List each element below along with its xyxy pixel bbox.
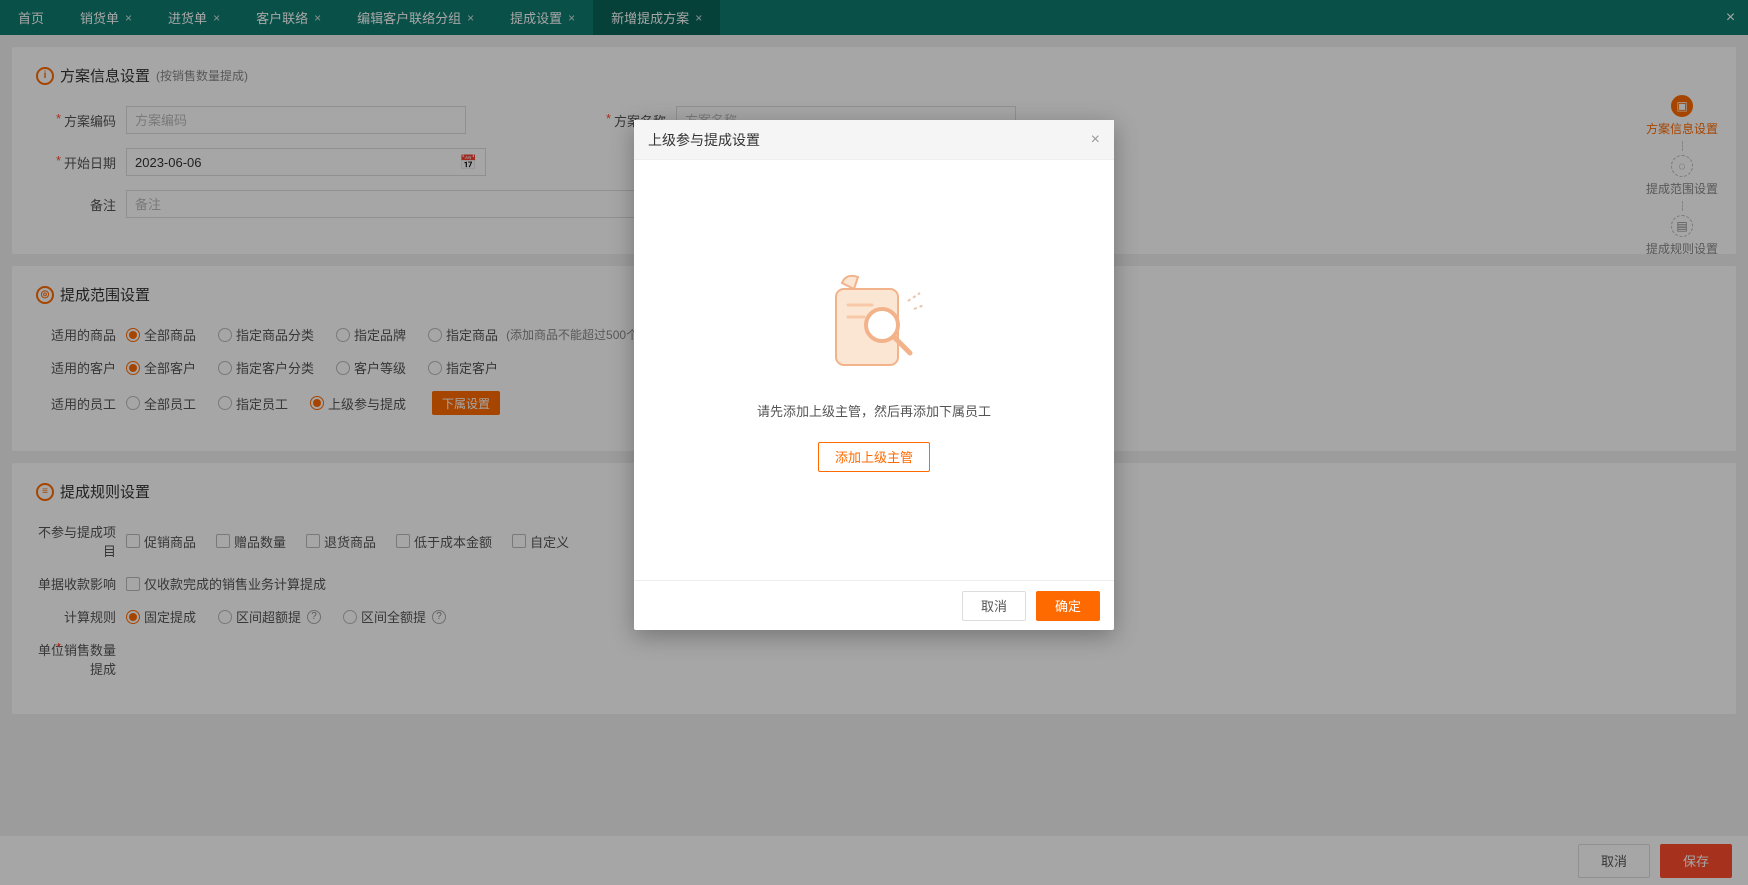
modal-message: 请先添加上级主管，然后再添加下属员工 bbox=[757, 401, 991, 420]
modal-close-icon[interactable]: × bbox=[1091, 131, 1100, 149]
empty-illustration bbox=[814, 269, 934, 379]
modal-cancel-button[interactable]: 取消 bbox=[962, 591, 1026, 621]
superior-setting-modal: 上级参与提成设置 × 请先添加上级主管，然后再添加下属员工 添加上级主管 取消 … bbox=[634, 120, 1114, 630]
add-superior-button[interactable]: 添加上级主管 bbox=[818, 442, 930, 472]
modal-footer: 取消 确定 bbox=[634, 580, 1114, 630]
modal-confirm-button[interactable]: 确定 bbox=[1036, 591, 1100, 621]
modal-overlay[interactable]: 上级参与提成设置 × 请先添加上级主管，然后再添加下属员工 添加上级主管 取消 … bbox=[0, 0, 1748, 885]
modal-header: 上级参与提成设置 × bbox=[634, 120, 1114, 160]
modal-title: 上级参与提成设置 bbox=[648, 130, 760, 150]
modal-body: 请先添加上级主管，然后再添加下属员工 添加上级主管 bbox=[634, 160, 1114, 580]
